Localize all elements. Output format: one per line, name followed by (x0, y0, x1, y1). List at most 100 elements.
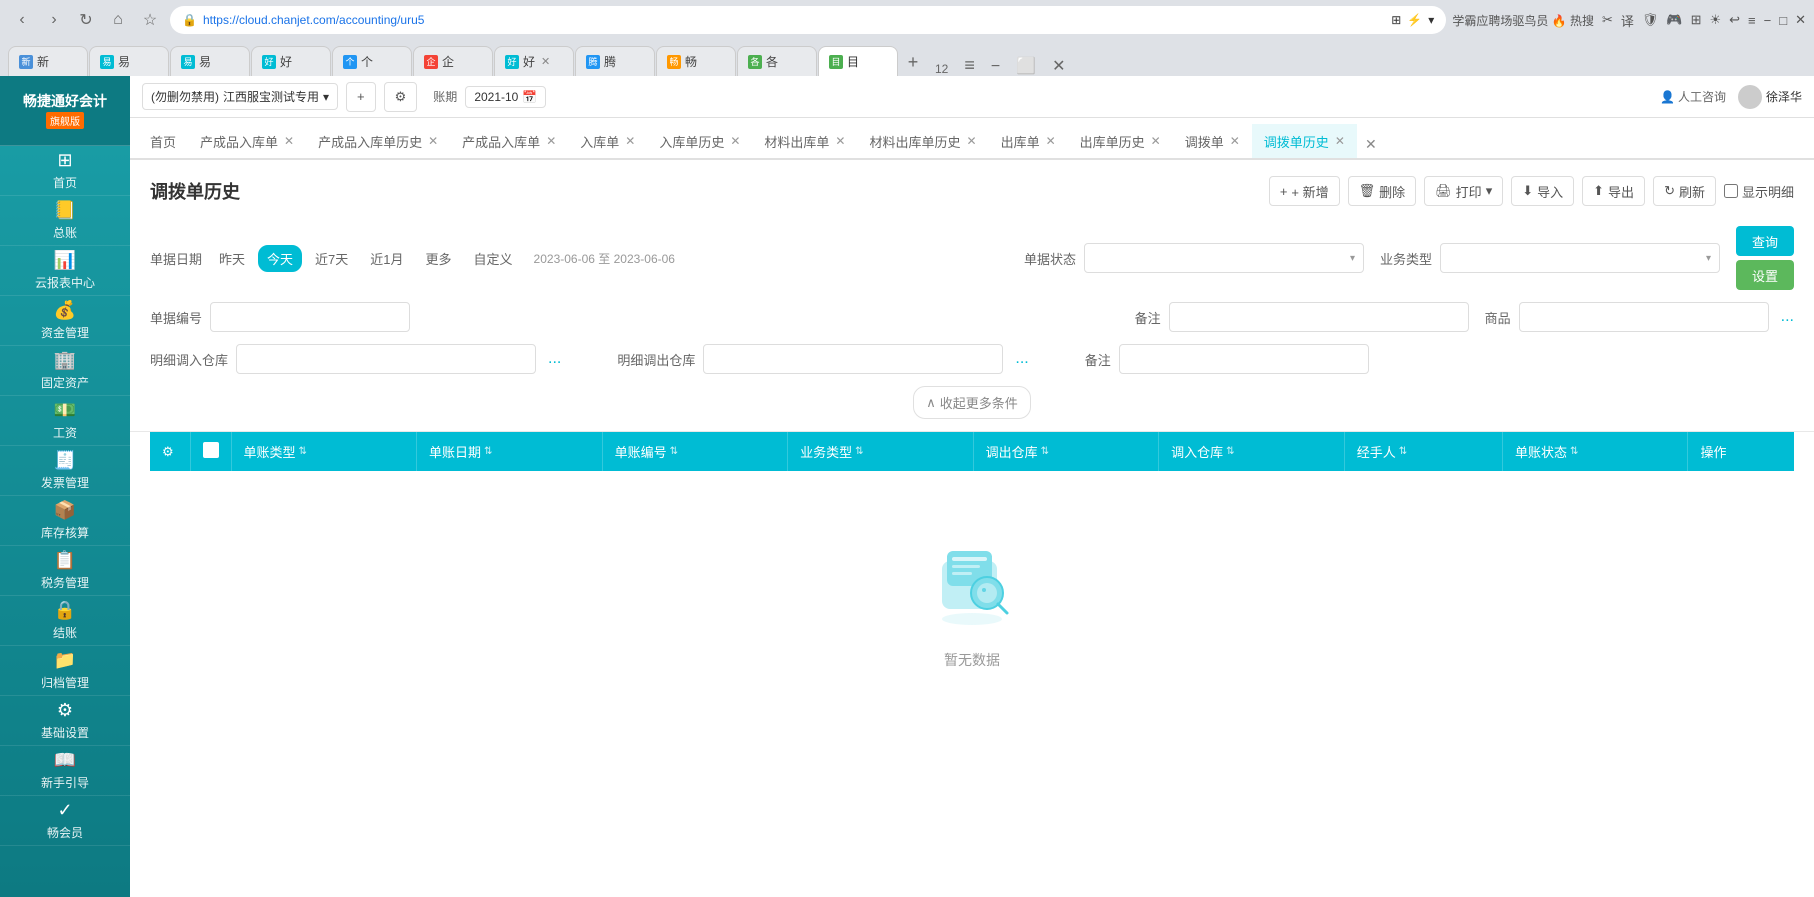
bookmark-button[interactable]: ☆ (136, 6, 164, 34)
browser-tab-8[interactable]: 腾 腾 (575, 46, 655, 76)
nav-tab-product-in[interactable]: 产成品入库单 ✕ (188, 124, 306, 160)
sidebar-item-settings[interactable]: ⚙ 基础设置 (0, 696, 130, 746)
goods-dots[interactable]: ... (1781, 308, 1794, 326)
nav-tab-transfer-close[interactable]: ✕ (1230, 134, 1240, 148)
nav-tab-transfer-history-close[interactable]: ✕ (1335, 134, 1345, 148)
minimize-button[interactable]: − (983, 58, 1008, 76)
nav-tab-material-out[interactable]: 材料出库单 ✕ (752, 124, 857, 160)
sidebar-item-home[interactable]: ⊞ 首页 (0, 146, 130, 196)
nav-tab-out-order-close[interactable]: ✕ (1046, 134, 1056, 148)
nav-tab-out-history-close[interactable]: ✕ (1151, 134, 1161, 148)
browser-tab-9[interactable]: 畅 畅 (656, 46, 736, 76)
nav-tab-product-in-close[interactable]: ✕ (284, 134, 294, 148)
th-doc-status[interactable]: 单账状态 ⇅ (1502, 432, 1688, 471)
sidebar-item-closing[interactable]: 🔒 结账 (0, 596, 130, 646)
nav-tab-in-order-close[interactable]: ✕ (625, 134, 635, 148)
nav-tab-out-order[interactable]: 出库单 ✕ (989, 124, 1068, 160)
7days-btn[interactable]: 近7天 (306, 245, 357, 272)
service-button[interactable]: 👤 人工咨询 (1660, 88, 1726, 105)
th-transfer-out[interactable]: 调出仓库 ⇅ (973, 432, 1159, 471)
browser-tab-10[interactable]: 各 各 (737, 46, 817, 76)
forward-button[interactable]: › (40, 6, 68, 34)
sidebar-item-funds[interactable]: 💰 资金管理 (0, 296, 130, 346)
query-button[interactable]: 查询 (1736, 226, 1794, 256)
browser-tab-5[interactable]: 个 个 (332, 46, 412, 76)
refresh-button[interactable]: ↻ (72, 6, 100, 34)
close-button[interactable]: ✕ (1044, 56, 1073, 76)
th-checkbox[interactable] (190, 432, 231, 471)
th-business-type[interactable]: 业务类型 ⇅ (788, 432, 974, 471)
browser-tab-3[interactable]: 易 易 (170, 46, 250, 76)
nav-tab-in-history[interactable]: 入库单历史 ✕ (647, 124, 752, 160)
sidebar-item-tax[interactable]: 📋 税务管理 (0, 546, 130, 596)
nav-tab-product-in2-close[interactable]: ✕ (546, 134, 556, 148)
sidebar-item-assets[interactable]: 🏢 固定资产 (0, 346, 130, 396)
browser-tab-6[interactable]: 企 企 (413, 46, 493, 76)
nav-tab-transfer[interactable]: 调拨单 ✕ (1173, 124, 1252, 160)
detail-out-input[interactable] (703, 344, 1003, 374)
header-checkbox[interactable] (203, 442, 219, 458)
refresh-button[interactable]: ↻ 刷新 (1653, 176, 1716, 206)
tab-add-button[interactable]: + (899, 48, 927, 76)
import-button[interactable]: ⬇ 导入 (1511, 176, 1574, 206)
nav-tab-material-out-history[interactable]: 材料出库单历史 ✕ (857, 124, 988, 160)
browser-tab-11[interactable]: 目 目 (818, 46, 898, 76)
th-doc-type[interactable]: 单账类型 ⇅ (231, 432, 417, 471)
nav-tab-in-history-close[interactable]: ✕ (730, 134, 740, 148)
remark-input[interactable] (1169, 302, 1469, 332)
custom-btn[interactable]: 自定义 (465, 245, 522, 272)
th-handler[interactable]: 经手人 ⇅ (1344, 432, 1502, 471)
company-selector[interactable]: (勿删勿禁用) 江西服宝测试专用 ▾ (142, 83, 338, 110)
display-toggle[interactable]: 显示明细 (1724, 182, 1794, 201)
collapse-button[interactable]: ∧ 收起更多条件 (913, 386, 1031, 419)
detail-out-dots[interactable]: ... (1015, 350, 1028, 368)
nav-tab-in-order[interactable]: 入库单 ✕ (568, 124, 647, 160)
user-info[interactable]: 徐泽华 (1738, 85, 1802, 109)
sidebar-item-member[interactable]: ✓ 畅会员 (0, 796, 130, 846)
window-close[interactable]: ✕ (1795, 12, 1806, 28)
nav-tab-product-in2[interactable]: 产成品入库单 ✕ (450, 124, 568, 160)
period-selector[interactable]: 2021-10 📅 (465, 86, 546, 108)
sidebar-item-inventory[interactable]: 📦 库存核算 (0, 496, 130, 546)
sidebar-item-ledger[interactable]: 📒 总账 (0, 196, 130, 246)
company-settings-button[interactable]: ⚙ (384, 82, 418, 112)
browser-tab-1[interactable]: 新 新 (8, 46, 88, 76)
more-btn[interactable]: 更多 (417, 245, 461, 272)
nav-tab-transfer-history[interactable]: 调拨单历史 ✕ (1252, 124, 1357, 160)
goods-input[interactable] (1519, 302, 1769, 332)
print-button[interactable]: 🖨 打印 ▾ (1424, 176, 1503, 206)
settings-filter-button[interactable]: 设置 (1736, 260, 1794, 290)
detail-in-dots[interactable]: ... (548, 350, 561, 368)
back-button[interactable]: ‹ (8, 6, 36, 34)
nav-tab-out-history[interactable]: 出库单历史 ✕ (1068, 124, 1173, 160)
business-type-select[interactable]: ▾ (1440, 243, 1720, 273)
today-btn[interactable]: 今天 (258, 245, 302, 272)
tab-close-7[interactable]: ✕ (541, 55, 550, 68)
sidebar-item-invoice[interactable]: 🧾 发票管理 (0, 446, 130, 496)
address-bar[interactable]: 🔒 https://cloud.chanjet.com/accounting/u… (170, 6, 1446, 34)
th-doc-number[interactable]: 单账编号 ⇅ (602, 432, 788, 471)
browser-tab-2[interactable]: 易 易 (89, 46, 169, 76)
nav-tab-product-in-history[interactable]: 产成品入库单历史 ✕ (306, 124, 450, 160)
delete-button[interactable]: 🗑 删除 (1348, 176, 1417, 206)
yesterday-btn[interactable]: 昨天 (210, 245, 254, 272)
sidebar-item-guide[interactable]: 📖 新手引导 (0, 746, 130, 796)
new-button[interactable]: + + 新增 (1269, 176, 1340, 206)
browser-tab-4[interactable]: 好 好 (251, 46, 331, 76)
nav-tab-product-in-history-close[interactable]: ✕ (428, 134, 438, 148)
th-transfer-in[interactable]: 调入仓库 ⇅ (1159, 432, 1345, 471)
window-maximize[interactable]: □ (1779, 13, 1787, 28)
sidebar-item-archive[interactable]: 📁 归档管理 (0, 646, 130, 696)
status-select[interactable]: ▾ (1084, 243, 1364, 273)
tab-list-button[interactable]: ≡ (956, 55, 983, 76)
sidebar-item-payroll[interactable]: 💵 工资 (0, 396, 130, 446)
browser-tab-7[interactable]: 好 好 ✕ (494, 46, 574, 76)
1month-btn[interactable]: 近1月 (361, 245, 412, 272)
nav-tab-material-out-history-close[interactable]: ✕ (967, 134, 977, 148)
th-doc-date[interactable]: 单账日期 ⇅ (417, 432, 603, 471)
nav-tab-material-out-close[interactable]: ✕ (835, 134, 845, 148)
window-minimize[interactable]: − (1764, 13, 1772, 28)
display-toggle-checkbox[interactable] (1724, 184, 1738, 198)
nav-tab-home[interactable]: 首页 (138, 124, 188, 160)
export-button[interactable]: ⬆ 导出 (1582, 176, 1645, 206)
